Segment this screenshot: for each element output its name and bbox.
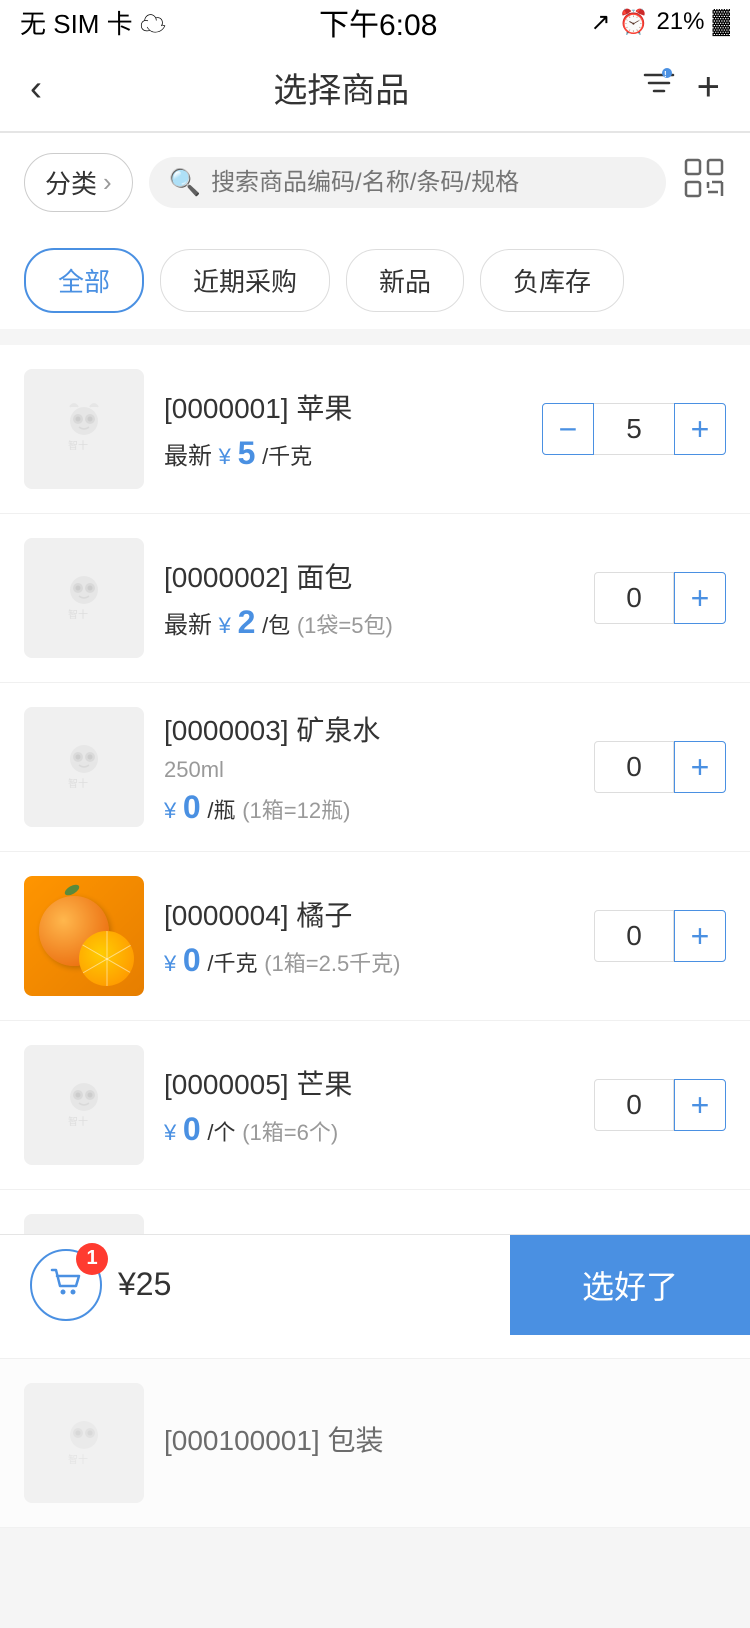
qty-input-4[interactable]: [594, 910, 674, 962]
category-label: 分类: [45, 164, 97, 201]
tab-recent[interactable]: 近期采购: [160, 249, 330, 312]
qty-plus-2[interactable]: +: [674, 572, 726, 624]
product-info-2: [0000002] 面包 最新 ¥ 2 /包 (1袋=5包): [164, 556, 574, 641]
qty-input-5[interactable]: [594, 1079, 674, 1131]
nav-left: ‹: [30, 67, 42, 109]
product-name-1: [0000001] 苹果: [164, 387, 522, 427]
product-item: 智十 [0000003] 矿泉水 250ml ¥ 0 /瓶 (1箱=12瓶) +: [0, 683, 750, 852]
product-list: 智十 [0000001] 苹果 最新 ¥ 5 /千克 − +: [0, 345, 750, 1528]
nav-right: ! +: [641, 65, 720, 110]
bottom-spacer: [0, 1528, 750, 1628]
filter-row: 分类 › 🔍: [0, 133, 750, 232]
search-icon: 🔍: [169, 167, 201, 198]
qty-plus-3[interactable]: +: [674, 741, 726, 793]
scan-icon[interactable]: [682, 156, 726, 209]
nav-title: 选择商品: [273, 63, 409, 112]
svg-text:智十: 智十: [68, 1453, 88, 1466]
search-box: 🔍: [149, 157, 666, 208]
chevron-icon: ›: [103, 167, 112, 198]
qty-control-3: +: [594, 741, 726, 793]
svg-text:!: !: [664, 70, 667, 79]
qty-control-2: +: [594, 572, 726, 624]
product-image-1: 智十: [24, 369, 144, 489]
filter-icon[interactable]: !: [641, 65, 677, 110]
search-input[interactable]: [211, 169, 646, 197]
product-name-4: [0000004] 橘子: [164, 894, 574, 934]
category-button[interactable]: 分类 ›: [24, 153, 133, 212]
nav-bar: ‹ 选择商品 ! +: [0, 44, 750, 132]
bottom-bar: 1 ¥25 选好了: [0, 1234, 750, 1334]
section-divider: [0, 329, 750, 345]
status-left: 无 SIM 卡 ☁: [20, 4, 166, 41]
product-image-3: 智十: [24, 707, 144, 827]
product-image-4: [24, 876, 144, 996]
product-name-2: [0000002] 面包: [164, 556, 574, 596]
product-info-5: [0000005] 芒果 ¥ 0 /个 (1箱=6个): [164, 1063, 574, 1148]
tab-new[interactable]: 新品: [346, 249, 464, 312]
product-name-5: [0000005] 芒果: [164, 1063, 574, 1103]
svg-text:智十: 智十: [68, 777, 88, 790]
product-image-7: 智十: [24, 1383, 144, 1503]
qty-input-3[interactable]: [594, 741, 674, 793]
product-name-7: [000100001] 包装: [164, 1419, 726, 1459]
qty-control-1: − +: [542, 403, 726, 455]
signal-text: 无 SIM 卡 ☁: [20, 4, 166, 41]
product-spec-3: 250ml: [164, 757, 574, 783]
cart-icon: [48, 1264, 84, 1305]
location-icon: ↗: [590, 8, 610, 37]
status-right: ↗ ⏰ 21% ▓: [590, 8, 730, 37]
confirm-button[interactable]: 选好了: [510, 1235, 750, 1335]
product-info-1: [0000001] 苹果 最新 ¥ 5 /千克: [164, 387, 522, 472]
product-info-3: [0000003] 矿泉水 250ml ¥ 0 /瓶 (1箱=12瓶): [164, 709, 574, 826]
qty-minus-1[interactable]: −: [542, 403, 594, 455]
add-button[interactable]: +: [697, 65, 720, 110]
status-bar: 无 SIM 卡 ☁ 下午6:08 ↗ ⏰ 21% ▓: [0, 0, 750, 44]
product-price-4: ¥ 0 /千克 (1箱=2.5千克): [164, 942, 574, 979]
product-price-2: 最新 ¥ 2 /包 (1袋=5包): [164, 604, 574, 641]
battery-icon: ▓: [713, 8, 731, 36]
product-image-2: 智十: [24, 538, 144, 658]
product-price-1: 最新 ¥ 5 /千克: [164, 435, 522, 472]
svg-text:智十: 智十: [68, 608, 88, 621]
back-button[interactable]: ‹: [30, 67, 42, 109]
tab-negative-stock[interactable]: 负库存: [480, 249, 624, 312]
cart-section: 1 ¥25: [0, 1249, 510, 1321]
product-item: 智十 [0000005] 芒果 ¥ 0 /个 (1箱=6个) +: [0, 1021, 750, 1190]
product-info-7: [000100001] 包装: [164, 1419, 726, 1467]
qty-control-5: +: [594, 1079, 726, 1131]
qty-input-2[interactable]: [594, 572, 674, 624]
product-price-5: ¥ 0 /个 (1箱=6个): [164, 1111, 574, 1148]
tabs-row: 全部 近期采购 新品 负库存: [0, 232, 750, 329]
product-price-3: ¥ 0 /瓶 (1箱=12瓶): [164, 789, 574, 826]
cart-button[interactable]: 1: [30, 1249, 102, 1321]
status-time: 下午6:08: [319, 0, 437, 44]
qty-plus-4[interactable]: +: [674, 910, 726, 962]
product-item: 智十 [0000002] 面包 最新 ¥ 2 /包 (1袋=5包) +: [0, 514, 750, 683]
product-item: 智十 [0000001] 苹果 最新 ¥ 5 /千克 − +: [0, 345, 750, 514]
product-image-5: 智十: [24, 1045, 144, 1165]
product-name-3: [0000003] 矿泉水: [164, 709, 574, 749]
qty-plus-5[interactable]: +: [674, 1079, 726, 1131]
svg-text:智十: 智十: [68, 1115, 88, 1128]
product-item: 智十 [000100001] 包装: [0, 1359, 750, 1528]
cart-total: ¥25: [118, 1266, 171, 1303]
battery-text: 21%: [656, 8, 704, 36]
svg-text:智十: 智十: [68, 439, 88, 452]
tab-all[interactable]: 全部: [24, 248, 144, 313]
qty-input-1[interactable]: [594, 403, 674, 455]
product-item: [0000004] 橘子 ¥ 0 /千克 (1箱=2.5千克) +: [0, 852, 750, 1021]
qty-control-4: +: [594, 910, 726, 962]
qty-plus-1[interactable]: +: [674, 403, 726, 455]
product-info-4: [0000004] 橘子 ¥ 0 /千克 (1箱=2.5千克): [164, 894, 574, 979]
cart-badge: 1: [76, 1243, 108, 1275]
alarm-icon: ⏰: [619, 8, 649, 37]
